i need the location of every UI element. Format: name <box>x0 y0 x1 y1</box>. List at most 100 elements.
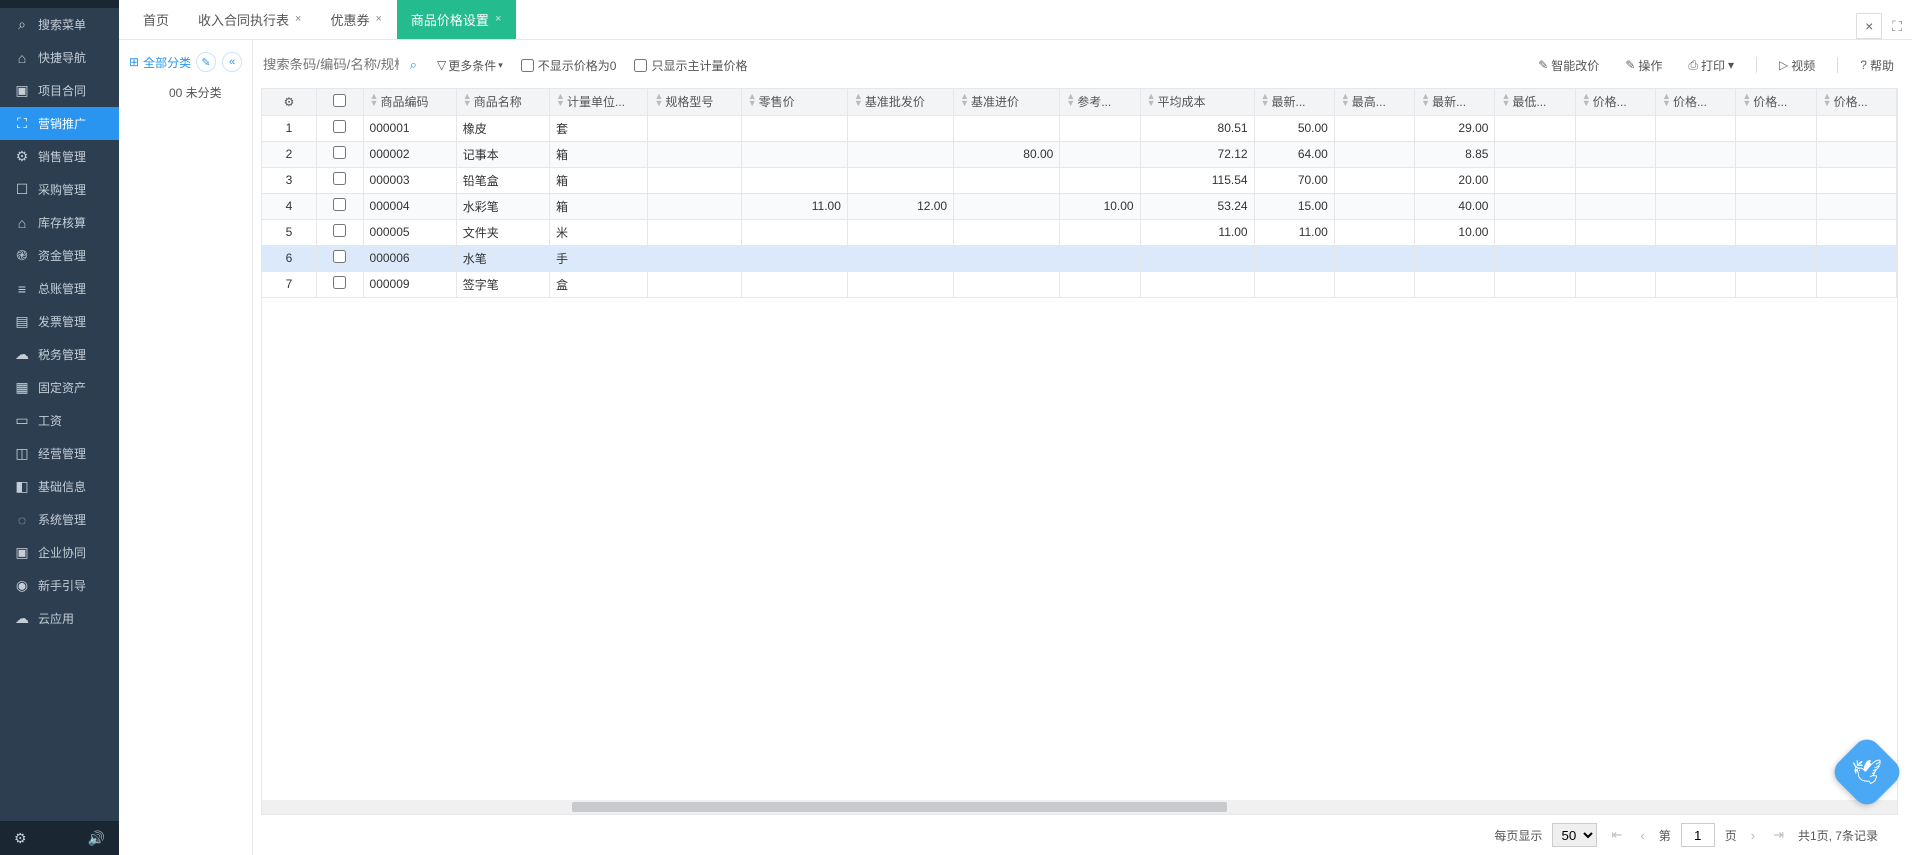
cell-p6[interactable] <box>1656 141 1736 167</box>
sidebar-item-2[interactable]: ▣项目合同 <box>0 74 119 107</box>
cell-p4[interactable] <box>1495 115 1575 141</box>
row-checkbox-cell[interactable] <box>316 245 363 271</box>
cell-p7[interactable] <box>1736 193 1816 219</box>
cell-purchase[interactable] <box>954 245 1060 271</box>
row-checkbox[interactable] <box>333 276 346 289</box>
tree-item[interactable]: 00 未分类 <box>123 74 248 101</box>
cell-p5[interactable] <box>1575 245 1655 271</box>
per-page-select[interactable]: 50 <box>1552 823 1597 847</box>
cell-retail[interactable] <box>741 167 847 193</box>
cell-p8[interactable] <box>1816 271 1896 297</box>
select-all-header[interactable] <box>316 89 363 115</box>
cell-p1[interactable] <box>1254 271 1334 297</box>
column-header[interactable]: ▲▼价格... <box>1575 89 1655 115</box>
cell-p2[interactable] <box>1334 219 1414 245</box>
cell-code[interactable]: 000005 <box>363 219 456 245</box>
cell-avg[interactable]: 115.54 <box>1140 167 1254 193</box>
cell-p2[interactable] <box>1334 167 1414 193</box>
tab-3[interactable]: 商品价格设置× <box>397 0 516 39</box>
tab-0[interactable]: 首页 <box>129 0 184 39</box>
cell-p6[interactable] <box>1656 167 1736 193</box>
row-checkbox-cell[interactable] <box>316 271 363 297</box>
cell-avg[interactable] <box>1140 245 1254 271</box>
cell-retail[interactable] <box>741 245 847 271</box>
cell-p4[interactable] <box>1495 219 1575 245</box>
cell-spec[interactable] <box>648 167 741 193</box>
tab-close-button[interactable]: × <box>1856 13 1882 39</box>
cell-p5[interactable] <box>1575 141 1655 167</box>
first-page-button[interactable]: ⇤ <box>1607 827 1626 843</box>
cell-spec[interactable] <box>648 219 741 245</box>
cell-p7[interactable] <box>1736 245 1816 271</box>
tab-close-icon[interactable]: × <box>495 13 501 25</box>
column-header[interactable]: ▲▼商品名称 <box>456 89 549 115</box>
cell-name[interactable]: 铅笔盒 <box>456 167 549 193</box>
cell-p3[interactable]: 10.00 <box>1415 219 1495 245</box>
tab-close-icon[interactable]: × <box>375 13 381 25</box>
cell-avg[interactable]: 72.12 <box>1140 141 1254 167</box>
cell-p8[interactable] <box>1816 193 1896 219</box>
table-row[interactable]: 1000001橡皮套80.5150.0029.00 <box>262 115 1897 141</box>
search-icon[interactable]: ⌕ <box>410 57 417 73</box>
cell-purchase[interactable] <box>954 115 1060 141</box>
sidebar-item-17[interactable]: ◉新手引导 <box>0 569 119 602</box>
operate-button[interactable]: ✎操作 <box>1621 57 1666 74</box>
cell-unit[interactable]: 箱 <box>550 141 648 167</box>
sidebar-item-9[interactable]: ▤发票管理 <box>0 305 119 338</box>
cell-unit[interactable]: 米 <box>550 219 648 245</box>
tab-close-icon[interactable]: × <box>295 13 301 25</box>
cell-p1[interactable]: 64.00 <box>1254 141 1334 167</box>
fullscreen-icon[interactable]: ⛶ <box>1892 18 1902 35</box>
sidebar-item-15[interactable]: ◌系统管理 <box>0 503 119 536</box>
column-header[interactable]: ▲▼最新... <box>1415 89 1495 115</box>
table-row[interactable]: 7000009签字笔盒 <box>262 271 1897 297</box>
cell-spec[interactable] <box>648 193 741 219</box>
column-header[interactable]: ▲▼最新... <box>1254 89 1334 115</box>
row-checkbox-cell[interactable] <box>316 193 363 219</box>
sidebar-item-4[interactable]: ⚙销售管理 <box>0 140 119 173</box>
row-checkbox-cell[interactable] <box>316 141 363 167</box>
table-row[interactable]: 5000005文件夹米11.0011.0010.00 <box>262 219 1897 245</box>
cell-spec[interactable] <box>648 245 741 271</box>
cell-p5[interactable] <box>1575 115 1655 141</box>
cell-avg[interactable] <box>1140 271 1254 297</box>
cell-name[interactable]: 文件夹 <box>456 219 549 245</box>
column-header[interactable]: ▲▼基准批发价 <box>847 89 953 115</box>
cell-ref[interactable] <box>1060 219 1140 245</box>
cell-p7[interactable] <box>1736 115 1816 141</box>
cell-p4[interactable] <box>1495 193 1575 219</box>
smart-price-button[interactable]: ✎智能改价 <box>1534 57 1603 74</box>
cell-retail[interactable] <box>741 115 847 141</box>
sound-icon[interactable]: 🔊 <box>88 830 105 847</box>
hide-zero-checkbox[interactable]: 不显示价格为0 <box>521 57 617 74</box>
cell-p2[interactable] <box>1334 193 1414 219</box>
cell-retail[interactable] <box>741 219 847 245</box>
cell-name[interactable]: 签字笔 <box>456 271 549 297</box>
row-checkbox[interactable] <box>333 120 346 133</box>
sidebar-item-3[interactable]: ⛶营销推广 <box>0 107 119 140</box>
cell-p2[interactable] <box>1334 141 1414 167</box>
tab-2[interactable]: 优惠券× <box>316 0 396 39</box>
cell-whole[interactable]: 12.00 <box>847 193 953 219</box>
hide-zero-checkbox-input[interactable] <box>521 59 534 72</box>
cell-p8[interactable] <box>1816 167 1896 193</box>
cell-purchase[interactable]: 80.00 <box>954 141 1060 167</box>
cell-spec[interactable] <box>648 141 741 167</box>
column-header[interactable]: ▲▼平均成本 <box>1140 89 1254 115</box>
cell-p7[interactable] <box>1736 141 1816 167</box>
only-main-unit-checkbox-input[interactable] <box>634 59 647 72</box>
cell-p6[interactable] <box>1656 245 1736 271</box>
cell-p4[interactable] <box>1495 245 1575 271</box>
table-row[interactable]: 6000006水笔手 <box>262 245 1897 271</box>
column-header[interactable]: ▲▼参考... <box>1060 89 1140 115</box>
cell-name[interactable]: 水彩笔 <box>456 193 549 219</box>
cell-whole[interactable] <box>847 167 953 193</box>
cell-purchase[interactable] <box>954 167 1060 193</box>
edit-category-icon[interactable]: ✎ <box>196 52 216 72</box>
cell-unit[interactable]: 箱 <box>550 167 648 193</box>
sidebar-item-12[interactable]: ▭工资 <box>0 404 119 437</box>
cell-p7[interactable] <box>1736 219 1816 245</box>
cell-whole[interactable] <box>847 271 953 297</box>
print-button[interactable]: ⎙打印▾ <box>1684 57 1738 74</box>
cell-ref[interactable] <box>1060 245 1140 271</box>
